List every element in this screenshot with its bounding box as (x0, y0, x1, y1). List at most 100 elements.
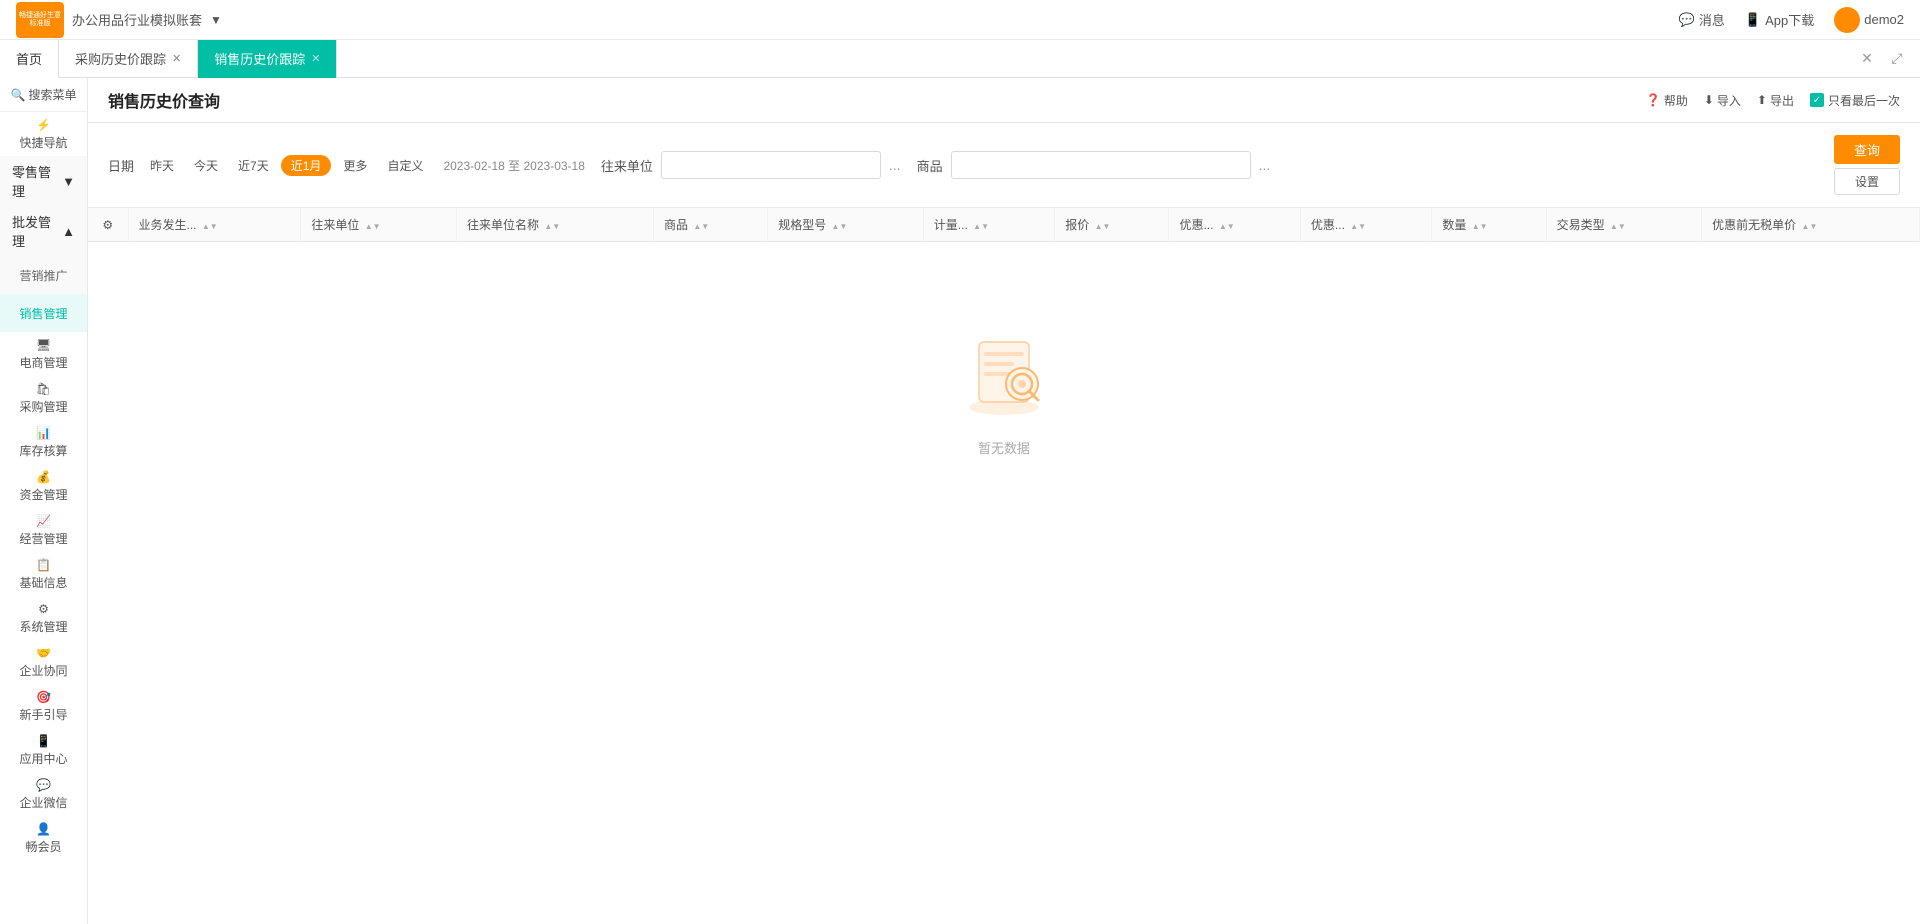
marketing-promo-label: 营销推广 (19, 267, 67, 284)
col-unit[interactable]: 计量... ▲▼ (923, 208, 1054, 242)
col-biz-date[interactable]: 业务发生... ▲▼ (128, 208, 301, 242)
msg-button[interactable]: 💬 消息 (1679, 10, 1725, 29)
operations-label: 经营管理 (19, 530, 67, 547)
tab-sales-label: 销售历史价跟踪 (214, 49, 305, 68)
col-spec[interactable]: 规格型号 ▲▼ (768, 208, 924, 242)
col-product[interactable]: 商品 ▲▼ (653, 208, 767, 242)
help-button[interactable]: ❓ 帮助 (1646, 92, 1688, 109)
col-spec-label: 规格型号 (778, 218, 826, 232)
purchase-icon: 🛍 (36, 382, 51, 396)
close-all-tabs-button[interactable]: ✕ (1856, 48, 1878, 70)
product-picker-button[interactable]: ... (1259, 157, 1271, 173)
quick-nav-label: 快捷导航 (19, 134, 67, 151)
sidebar-item-enterprise-collab[interactable]: 🤝 企业协同 (0, 640, 87, 684)
only-last-label: 只看最后一次 (1828, 92, 1900, 109)
empty-state: 暂无数据 (88, 242, 1920, 537)
partner-picker-button[interactable]: ... (889, 157, 901, 173)
topbar: 畅捷通好生意 标准版 办公用品行业模拟账套 ▼ 💬 消息 📱 App下载 dem… (0, 0, 1920, 40)
sort-arrows-product: ▲▼ (693, 222, 709, 231)
sidebar-item-wholesale-mgmt[interactable]: 批发管理 ▲ (0, 206, 87, 256)
date-range-display: 2023-02-18 至 2023-03-18 (443, 157, 584, 174)
sidebar-item-system-mgmt[interactable]: ⚙ 系统管理 (0, 596, 87, 640)
date-label: 日期 (108, 156, 134, 175)
col-discount1[interactable]: 优惠... ▲▼ (1169, 208, 1300, 242)
sidebar-item-new-guide[interactable]: 🎯 新手引导 (0, 684, 87, 728)
sidebar-item-marketing-promo[interactable]: 营销推广 (0, 256, 87, 294)
tab-sales-close[interactable]: ✕ (311, 52, 320, 65)
sidebar-item-enterprise-wechat[interactable]: 💬 企业微信 (0, 772, 87, 816)
sidebar-item-purchase-mgmt[interactable]: 🛍 采购管理 (0, 376, 87, 420)
topbar-dropdown-icon[interactable]: ▼ (210, 13, 222, 27)
logo: 畅捷通好生意 标准版 (16, 2, 64, 38)
tab-home[interactable]: 首页 (0, 40, 59, 78)
filter-bar: 日期 昨天 今天 近7天 近1月 更多 自定义 2023-02-18 至 202… (88, 123, 1920, 208)
date-tab-yesterday[interactable]: 昨天 (142, 155, 182, 176)
sidebar-item-member[interactable]: 👤 畅会员 (0, 816, 87, 860)
col-quantity[interactable]: 数量 ▲▼ (1432, 208, 1546, 242)
import-button[interactable]: ⬇ 导入 (1704, 92, 1741, 109)
user-menu[interactable]: demo2 (1834, 7, 1904, 33)
msg-label: 消息 (1699, 10, 1725, 29)
col-discount2-label: 优惠... (1311, 218, 1345, 232)
inventory-label: 库存核算 (19, 442, 67, 459)
col-pre-tax-price-label: 优惠前无税单价 (1712, 218, 1796, 232)
query-action-group: 查询 设置 (1834, 135, 1900, 195)
col-trade-type[interactable]: 交易类型 ▲▼ (1546, 208, 1702, 242)
sidebar-search[interactable]: 🔍 搜索菜单 (0, 78, 87, 112)
product-filter-group: 商品 ... (917, 151, 1271, 179)
date-tab-last1m[interactable]: 近1月 (281, 155, 332, 176)
export-button[interactable]: ⬆ 导出 (1757, 92, 1794, 109)
expand-button[interactable]: ⤢ (1886, 48, 1908, 70)
col-biz-date-label: 业务发生... (139, 218, 197, 232)
ecommerce-icon: 🖥 (36, 338, 51, 352)
sidebar-item-inventory-check[interactable]: 📊 库存核算 (0, 420, 87, 464)
sidebar-item-retail-mgmt[interactable]: 零售管理 ▼ (0, 156, 87, 206)
partner-input[interactable] (661, 151, 881, 179)
col-product-label: 商品 (664, 218, 688, 232)
sidebar-item-app-center[interactable]: 📱 应用中心 (0, 728, 87, 772)
sidebar-item-ecommerce-mgmt[interactable]: 🖥 电商管理 (0, 332, 87, 376)
sidebar-item-finance-mgmt[interactable]: 💰 资金管理 (0, 464, 87, 508)
page-header-toolbar: 销售历史价查询 ❓ 帮助 ⬇ 导入 ⬆ 导出 (88, 78, 1920, 123)
sidebar-item-quick-nav[interactable]: ⚡ 快捷导航 (0, 112, 87, 156)
only-last-checkbox[interactable]: 只看最后一次 (1810, 92, 1900, 109)
sidebar: 🔍 搜索菜单 ⚡ 快捷导航 零售管理 ▼ 批发管理 ▲ 营销推广 销售管理 🖥 (0, 78, 88, 924)
purchase-label: 采购管理 (19, 398, 67, 415)
query-button[interactable]: 查询 (1834, 135, 1900, 164)
topbar-title: 办公用品行业模拟账套 (72, 10, 202, 29)
logo-subtext: 标准版 (30, 20, 51, 28)
user-label: demo2 (1864, 12, 1904, 27)
col-pre-tax-price[interactable]: 优惠前无税单价 ▲▼ (1702, 208, 1920, 242)
col-discount2[interactable]: 优惠... ▲▼ (1300, 208, 1431, 242)
col-settings[interactable]: ⚙ (88, 208, 128, 242)
sort-arrows-spec: ▲▼ (832, 222, 848, 231)
data-table: ⚙ 业务发生... ▲▼ 往来单位 ▲▼ 往来单位名称 (88, 208, 1920, 242)
sort-arrows-partner-code: ▲▼ (365, 222, 381, 231)
date-tab-custom[interactable]: 自定义 (379, 155, 431, 176)
partner-filter-group: 往来单位 ... (601, 151, 901, 179)
date-tab-last7[interactable]: 近7天 (230, 155, 277, 176)
product-input[interactable] (951, 151, 1251, 179)
col-quoted-price[interactable]: 报价 ▲▼ (1055, 208, 1169, 242)
tab-sales-history[interactable]: 销售历史价跟踪 ✕ (198, 40, 337, 78)
col-partner-code[interactable]: 往来单位 ▲▼ (301, 208, 457, 242)
table-header-row: ⚙ 业务发生... ▲▼ 往来单位 ▲▼ 往来单位名称 (88, 208, 1920, 242)
sidebar-item-operations-mgmt[interactable]: 📈 经营管理 (0, 508, 87, 552)
tab-purchase-close[interactable]: ✕ (172, 52, 181, 65)
member-label: 畅会员 (25, 838, 61, 855)
settings-button[interactable]: 设置 (1834, 168, 1900, 195)
wechat-icon: 💬 (36, 778, 51, 792)
date-tab-today[interactable]: 今天 (186, 155, 226, 176)
app-download-button[interactable]: 📱 App下载 (1745, 10, 1814, 29)
member-icon: 👤 (36, 822, 51, 836)
checkbox-checked-icon (1810, 93, 1824, 107)
tab-purchase-history[interactable]: 采购历史价跟踪 ✕ (59, 40, 198, 78)
col-partner-name[interactable]: 往来单位名称 ▲▼ (456, 208, 653, 242)
msg-icon: 💬 (1679, 12, 1695, 28)
sort-arrows-discount2: ▲▼ (1350, 222, 1366, 231)
sidebar-item-sales-mgmt[interactable]: 销售管理 (0, 294, 87, 332)
sidebar-item-basic-info[interactable]: 📋 基础信息 (0, 552, 87, 596)
date-tab-more[interactable]: 更多 (335, 155, 375, 176)
wechat-label: 企业微信 (19, 794, 67, 811)
sort-arrows-quoted-price: ▲▼ (1095, 222, 1111, 231)
